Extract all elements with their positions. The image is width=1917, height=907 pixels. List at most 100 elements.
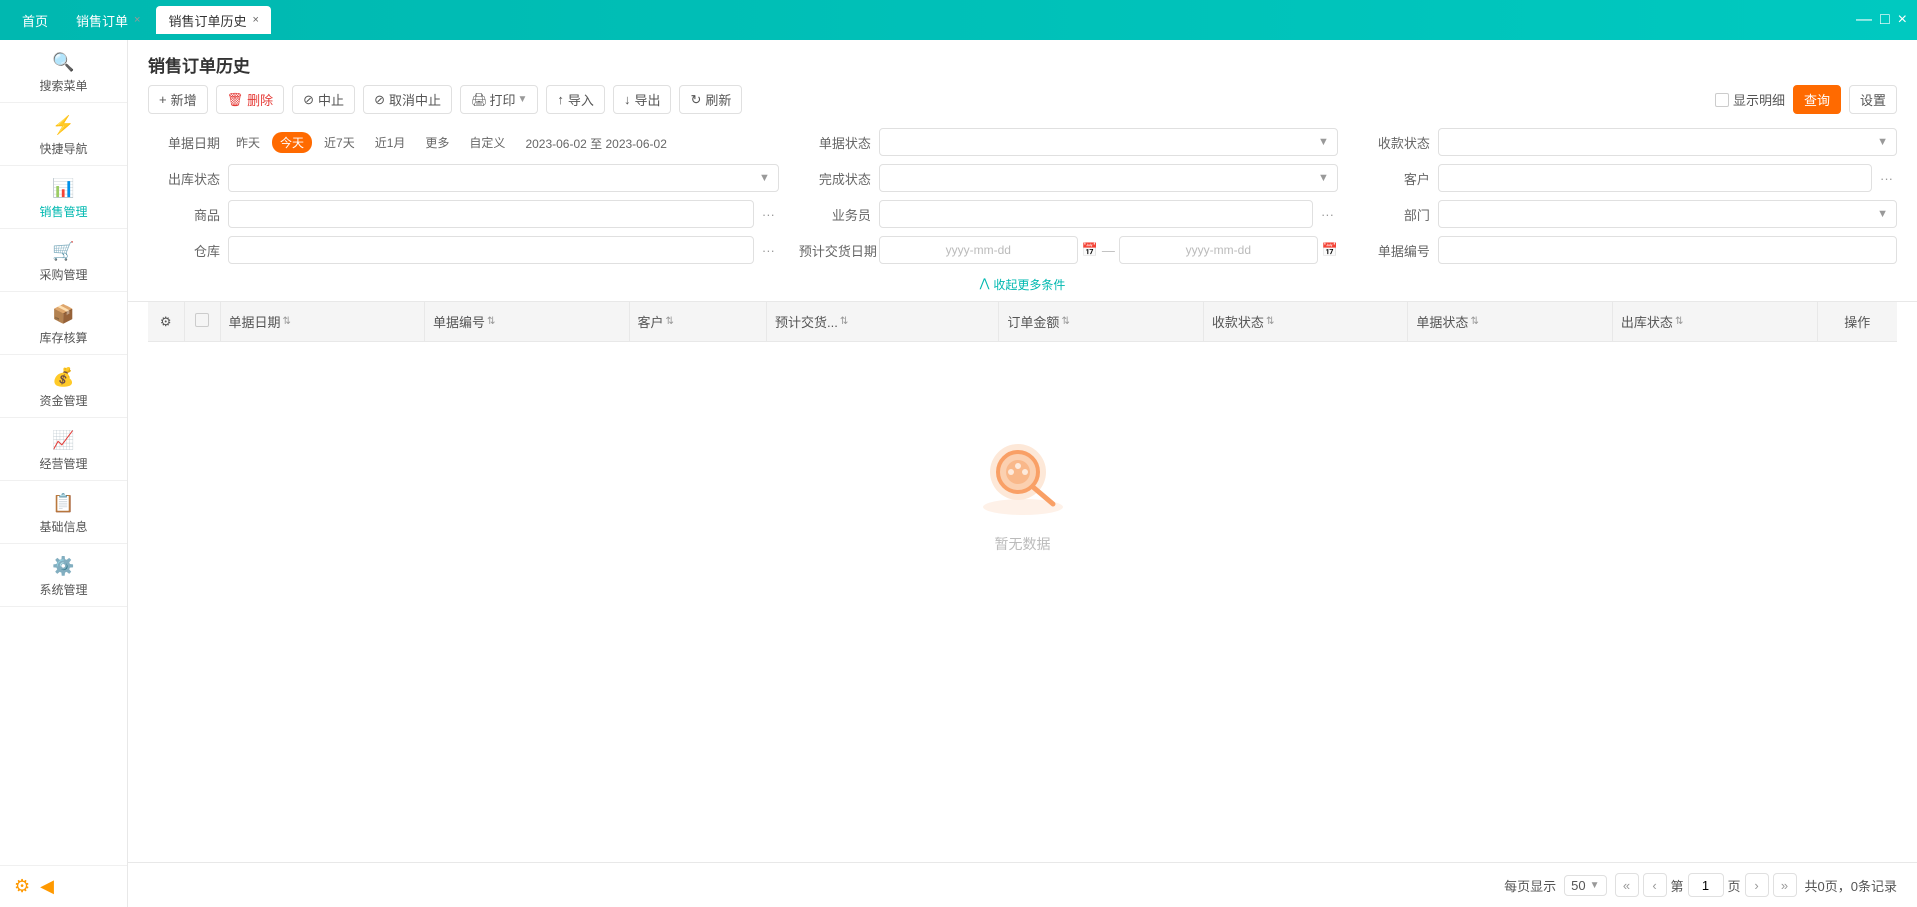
docno-input[interactable] [1438,236,1897,264]
calendar-icon-to[interactable]: 📅 [1322,242,1338,258]
docstatus-select[interactable]: ▼ [879,128,1338,156]
minimize-button[interactable]: — [1856,11,1872,29]
sidebar-item-operations[interactable]: 📈 经营管理 [0,418,127,481]
filter-control-receiptstatus[interactable]: ▼ [1438,128,1897,156]
delete-button[interactable]: 🗑 删除 [216,85,285,114]
sidebar-item-quicknav[interactable]: ⚡ 快捷导航 [0,103,127,166]
customer-input[interactable] [1438,164,1872,192]
sort-customer-icon[interactable]: ⇅ [666,316,674,327]
collapse-row[interactable]: ⋀ 收起更多条件 [148,272,1897,297]
chip-custom[interactable]: 自定义 [461,132,513,153]
page-number-input[interactable] [1688,873,1724,897]
sidebar-item-quicknav-label: 快捷导航 [39,140,87,157]
tab-sales-history[interactable]: 销售订单历史 × [156,6,270,34]
page-nav: « ‹ 第 页 › » [1615,873,1797,897]
th-docstatus-label: 单据状态 [1416,312,1468,331]
filter-control-salesperson[interactable]: ··· [879,200,1338,228]
customer-dots[interactable]: ··· [1876,171,1897,186]
chip-7days[interactable]: 近7天 [316,132,363,153]
tab-sales-order-close[interactable]: × [134,14,140,26]
product-input[interactable] [228,200,754,228]
th-settings[interactable]: ⚙ [148,302,184,342]
sidebar-item-purchase[interactable]: 🛒 采购管理 [0,229,127,292]
chip-yesterday[interactable]: 昨天 [228,132,268,153]
query-button[interactable]: 查询 [1793,85,1841,114]
sidebar-item-system[interactable]: ⚙️ 系统管理 [0,544,127,607]
inventory-icon: 📦 [52,304,74,325]
tab-home[interactable]: 首页 [10,6,60,34]
product-dots[interactable]: ··· [758,207,779,222]
export-button[interactable]: ↓ 导出 [613,85,672,114]
sort-delivery-icon[interactable]: ⇅ [840,316,848,327]
new-button[interactable]: + 新增 [148,85,208,114]
filter-control-dept[interactable]: ▼ [1438,200,1897,228]
filter-control-outstatus[interactable]: ▼ [228,164,779,192]
filter-control-docno[interactable] [1438,236,1897,264]
import-button[interactable]: ↑ 导入 [546,85,605,114]
chip-1month[interactable]: 近1月 [367,132,414,153]
sort-receiptstatus-icon[interactable]: ⇅ [1266,316,1274,327]
delivery-date-from[interactable]: yyyy-mm-dd [879,236,1078,264]
th-outstatus: 出库状态 ⇅ [1612,302,1817,342]
sidebar-item-sales[interactable]: 📊 销售管理 [0,166,127,229]
sidebar-item-inventory[interactable]: 📦 库存核算 [0,292,127,355]
sidebar-item-search[interactable]: 🔍 搜索菜单 [0,40,127,103]
salesperson-input[interactable] [879,200,1313,228]
sort-docstatus-icon[interactable]: ⇅ [1470,316,1478,327]
maximize-button[interactable]: □ [1880,11,1890,29]
tab-sales-order[interactable]: 销售订单 × [64,6,152,34]
completestatus-chevron: ▼ [1318,172,1329,184]
sort-docno-icon[interactable]: ⇅ [487,316,495,327]
sidebar-item-finance[interactable]: 💰 资金管理 [0,355,127,418]
print-button[interactable]: 🖨 打印 ▼ [460,85,538,114]
import-label: 导入 [568,90,594,109]
filter-control-warehouse[interactable]: ··· [228,236,779,264]
receiptstatus-select[interactable]: ▼ [1438,128,1897,156]
dept-select[interactable]: ▼ [1438,200,1897,228]
close-button[interactable]: × [1898,11,1907,29]
new-label: 新增 [171,90,197,109]
page-size-selector[interactable]: 50 ▼ [1564,875,1606,896]
sort-amount-icon[interactable]: ⇅ [1061,316,1069,327]
th-receiptstatus-label: 收款状态 [1212,312,1264,331]
calendar-icon-from[interactable]: 📅 [1082,242,1098,258]
prev-page-button[interactable]: ‹ [1643,873,1667,897]
warehouse-dots[interactable]: ··· [758,243,779,258]
outstatus-select[interactable]: ▼ [228,164,779,192]
salesperson-dots[interactable]: ··· [1317,207,1338,222]
filter-label-deliverydate: 预计交货日期 [799,241,879,260]
sidebar-settings-icon[interactable]: ⚙ [14,876,30,897]
filter-area: 单据日期 昨天 今天 近7天 近1月 更多 自定义 2023-06-02 至 2… [128,122,1917,302]
pagination: 每页显示 50 ▼ « ‹ 第 页 › » [128,862,1917,907]
last-page-button[interactable]: » [1773,873,1797,897]
tab-home-label: 首页 [22,11,48,30]
delivery-date-to[interactable]: yyyy-mm-dd [1119,236,1318,264]
completestatus-select[interactable]: ▼ [879,164,1338,192]
sort-outstatus-icon[interactable]: ⇅ [1675,316,1683,327]
filter-control-completestatus[interactable]: ▼ [879,164,1338,192]
stop-button[interactable]: ⊘ 中止 [292,85,355,114]
refresh-button[interactable]: ↻ 刷新 [679,85,742,114]
date-separator: — [1102,243,1115,258]
th-ops: 操作 [1817,302,1897,342]
first-page-button[interactable]: « [1615,873,1639,897]
last-page-icon: » [1781,878,1788,893]
cancel-stop-button[interactable]: ⊘ 取消中止 [363,85,452,114]
next-page-button[interactable]: › [1745,873,1769,897]
tab-sales-history-close[interactable]: × [252,14,258,26]
chip-today[interactable]: 今天 [272,132,312,153]
warehouse-input[interactable] [228,236,754,264]
chip-more[interactable]: 更多 [417,132,457,153]
sidebar-collapse-icon[interactable]: ◀ [40,876,54,897]
select-all-checkbox[interactable] [195,313,209,327]
display-detail-checkbox[interactable] [1715,93,1729,107]
sort-docdate-icon[interactable]: ⇅ [283,316,291,327]
setting-button[interactable]: 设置 [1849,85,1897,114]
sidebar-item-baseinfo[interactable]: 📋 基础信息 [0,481,127,544]
filter-control-date: 昨天 今天 近7天 近1月 更多 自定义 2023-06-02 至 2023-0… [228,132,779,153]
display-detail-toggle[interactable]: 显示明细 [1715,90,1785,109]
filter-control-customer[interactable]: ··· [1438,164,1897,192]
filter-control-docstatus[interactable]: ▼ [879,128,1338,156]
filter-label-outstatus: 出库状态 [148,169,228,188]
filter-control-product[interactable]: ··· [228,200,779,228]
